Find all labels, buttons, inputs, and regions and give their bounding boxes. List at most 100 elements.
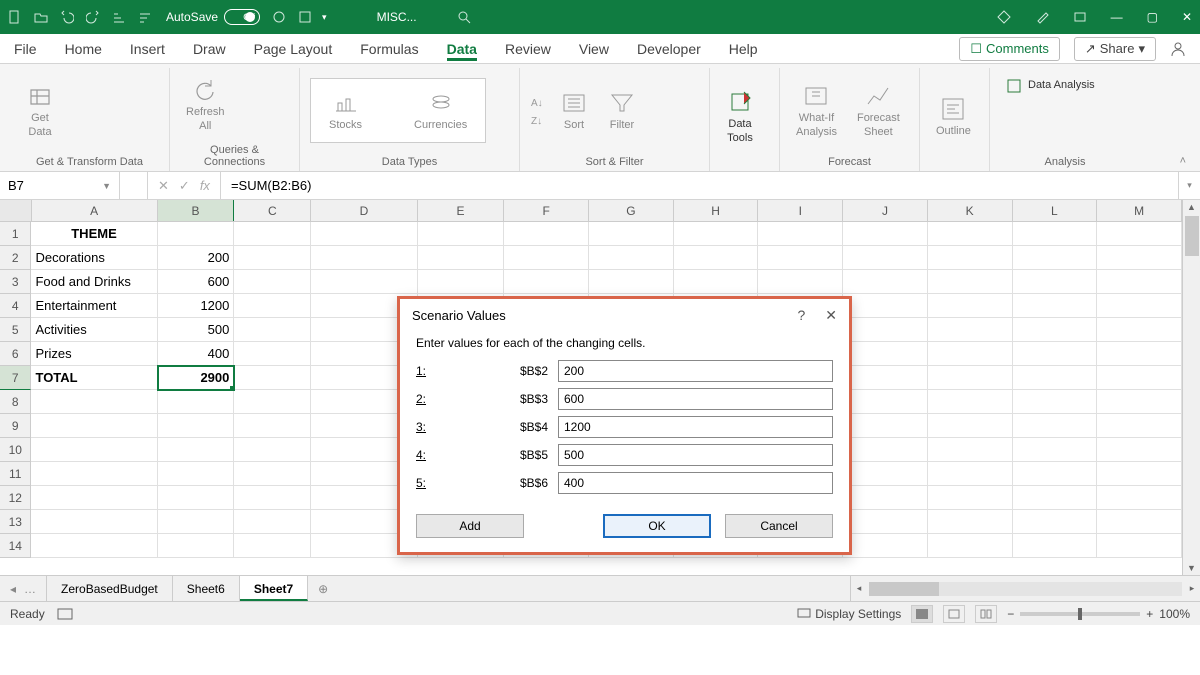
cell[interactable] [843,318,928,342]
cell[interactable] [1097,366,1182,390]
cell[interactable] [928,486,1013,510]
col-header-L[interactable]: L [1013,200,1098,221]
cell[interactable] [589,222,674,246]
zoom-in-button[interactable]: + [1146,607,1153,621]
open-folder-icon[interactable] [34,10,48,24]
col-header-H[interactable]: H [674,200,759,221]
autosave-toggle[interactable]: AutoSave Off [166,9,260,25]
cell[interactable]: Entertainment [31,294,157,318]
macro-record-icon[interactable] [57,608,73,620]
vertical-scrollbar[interactable]: ▲ ▼ [1182,200,1200,575]
dialog-close-icon[interactable]: ✕ [825,307,837,324]
cell[interactable] [758,246,843,270]
cell[interactable] [234,534,311,558]
cell[interactable] [928,438,1013,462]
cell[interactable] [31,414,157,438]
sheet-tab-sheet6[interactable]: Sheet6 [173,576,240,601]
cell[interactable]: 500 [158,318,235,342]
col-header-G[interactable]: G [589,200,674,221]
cell[interactable] [234,462,311,486]
comments-button[interactable]: ☐ Comments [959,37,1060,61]
forecast-sheet-button[interactable]: Forecast Sheet [851,78,906,142]
horizontal-scrollbar[interactable]: ◂▸ [850,576,1200,601]
cell[interactable] [31,438,157,462]
cell[interactable]: TOTAL [31,366,157,390]
window-icon[interactable] [1073,10,1087,24]
restore-button[interactable]: ▢ [1147,10,1158,24]
dialog-value-input[interactable] [558,388,833,410]
row-header[interactable]: 6 [0,342,31,366]
cell[interactable] [1013,534,1098,558]
cell[interactable] [234,318,311,342]
from-table-icon[interactable] [68,121,84,137]
row-header[interactable]: 1 [0,222,31,246]
cell[interactable] [1097,318,1182,342]
dialog-value-input[interactable] [558,360,833,382]
refresh-icon[interactable] [272,10,286,24]
cell[interactable] [234,486,311,510]
cell[interactable] [311,222,417,246]
expand-formula-icon[interactable]: ▾ [1178,172,1200,199]
cell[interactable] [1097,294,1182,318]
cell[interactable] [843,462,928,486]
row-header[interactable]: 13 [0,510,31,534]
cell[interactable] [311,246,417,270]
cell[interactable]: 600 [158,270,235,294]
cell[interactable] [1013,270,1098,294]
cell[interactable] [843,438,928,462]
page-break-view-button[interactable] [975,605,997,623]
cell[interactable] [843,486,928,510]
cell[interactable] [1013,294,1098,318]
row-header[interactable]: 2 [0,246,31,270]
tab-view[interactable]: View [579,37,609,61]
cell[interactable] [843,294,928,318]
cell[interactable] [843,246,928,270]
sort-asc-icon[interactable] [112,10,126,24]
col-header-B[interactable]: B [158,200,235,221]
cell[interactable] [418,222,505,246]
zoom-out-button[interactable]: − [1007,607,1014,621]
cell[interactable] [674,246,759,270]
add-sheet-button[interactable]: ⊕ [308,576,338,601]
cancel-formula-icon[interactable]: ✕ [158,178,169,194]
normal-view-button[interactable] [911,605,933,623]
cell[interactable] [1097,486,1182,510]
cell[interactable] [234,414,311,438]
cell[interactable] [1097,342,1182,366]
cell[interactable] [1013,510,1098,534]
cell[interactable] [1013,462,1098,486]
cell[interactable] [928,462,1013,486]
fx-icon[interactable]: fx [200,178,210,193]
from-text-icon[interactable] [68,85,84,101]
row-header[interactable]: 10 [0,438,31,462]
close-button[interactable]: ✕ [1182,10,1192,24]
dialog-value-input[interactable] [558,416,833,438]
cell[interactable] [1097,462,1182,486]
sort-desc-icon[interactable] [138,10,152,24]
cell[interactable] [418,246,505,270]
cell[interactable]: Decorations [31,246,157,270]
row-header[interactable]: 5 [0,318,31,342]
cell[interactable] [1013,246,1098,270]
cell[interactable] [1013,414,1098,438]
filter-button[interactable]: Filter [602,85,642,136]
row-header[interactable]: 11 [0,462,31,486]
cell[interactable] [31,534,157,558]
cell[interactable] [843,534,928,558]
cell[interactable] [928,270,1013,294]
currencies-button[interactable]: Currencies [408,85,473,136]
cell[interactable] [158,390,235,414]
tab-file[interactable]: File [14,37,37,61]
cell[interactable] [1013,222,1098,246]
cell[interactable]: 400 [158,342,235,366]
dialog-value-input[interactable] [558,444,833,466]
cell[interactable] [843,222,928,246]
queries-icon[interactable] [239,79,255,95]
zoom-slider[interactable] [1020,612,1140,616]
cell[interactable] [1013,438,1098,462]
cell[interactable] [234,438,311,462]
row-header[interactable]: 14 [0,534,31,558]
page-layout-view-button[interactable] [943,605,965,623]
cell[interactable] [234,222,311,246]
cell[interactable] [234,342,311,366]
